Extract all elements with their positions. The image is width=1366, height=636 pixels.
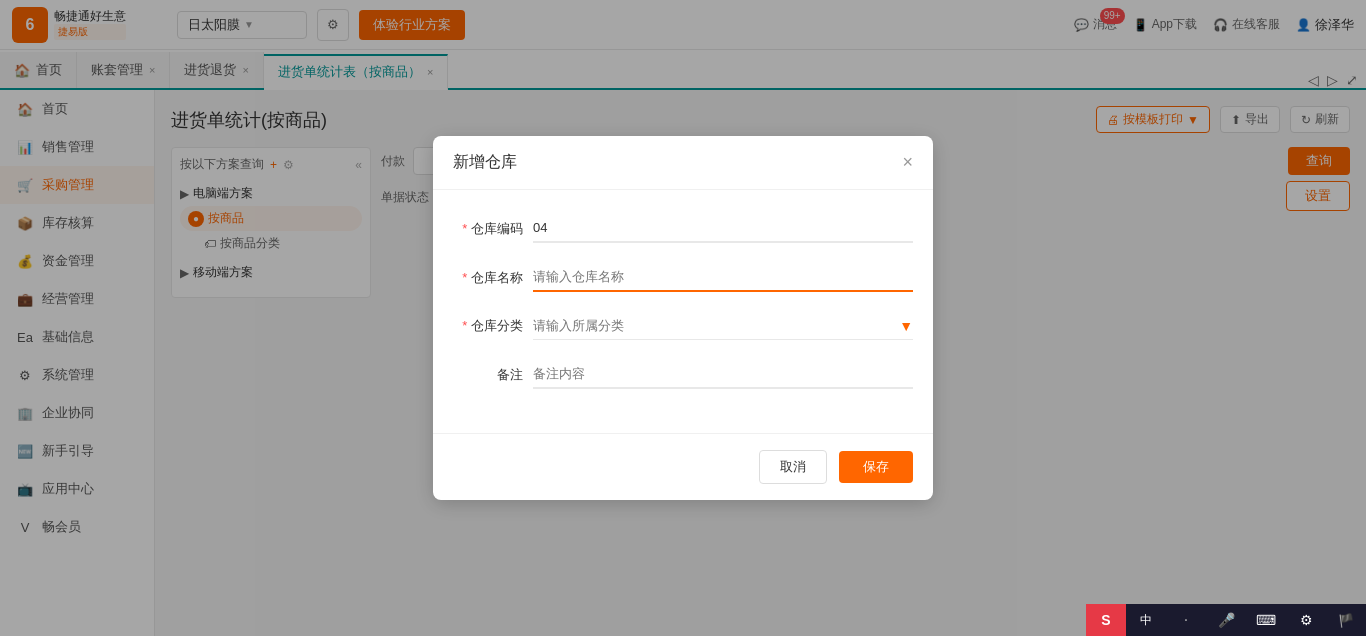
warehouse-code-input[interactable] [533, 214, 913, 243]
keyboard-icon: ⌨ [1256, 612, 1276, 628]
modal-body: 仓库编码 仓库名称 仓库分类 ▼ 备注 [433, 190, 933, 433]
modal-title: 新增仓库 [453, 152, 517, 173]
dot-btn[interactable]: · [1166, 604, 1206, 636]
warehouse-name-row: 仓库名称 [453, 263, 913, 292]
mic-btn[interactable]: 🎤 [1206, 604, 1246, 636]
warehouse-code-label: 仓库编码 [453, 220, 533, 238]
warehouse-name-label: 仓库名称 [453, 269, 533, 287]
warehouse-remark-input[interactable] [533, 360, 913, 389]
modal-close-btn[interactable]: × [902, 152, 913, 173]
bottom-icons-bar: S 中 · 🎤 ⌨ ⚙ 🏴 [1086, 604, 1366, 636]
warehouse-remark-row: 备注 [453, 360, 913, 389]
chevron-down-icon: ▼ [899, 318, 913, 334]
flag-btn[interactable]: 🏴 [1326, 604, 1366, 636]
save-button[interactable]: 保存 [839, 451, 913, 483]
dot-icon: · [1184, 611, 1188, 629]
modal-footer: 取消 保存 [433, 433, 933, 500]
mic-icon: 🎤 [1218, 612, 1235, 628]
kbd-btn[interactable]: ⌨ [1246, 604, 1286, 636]
warehouse-remark-label: 备注 [453, 366, 533, 384]
warehouse-category-label: 仓库分类 [453, 317, 533, 335]
warehouse-name-input[interactable] [533, 263, 913, 292]
warehouse-code-row: 仓库编码 [453, 214, 913, 243]
warehouse-category-row: 仓库分类 ▼ [453, 312, 913, 340]
zh-btn[interactable]: 中 [1126, 604, 1166, 636]
gear2-btn[interactable]: ⚙ [1286, 604, 1326, 636]
zh-label: 中 [1140, 612, 1152, 629]
gear2-icon: ⚙ [1300, 612, 1313, 628]
flag-icon: 🏴 [1338, 613, 1354, 628]
modal-overlay: 新增仓库 × 仓库编码 仓库名称 仓库分类 ▼ [0, 0, 1366, 636]
warehouse-category-input[interactable] [533, 312, 899, 339]
new-warehouse-modal: 新增仓库 × 仓库编码 仓库名称 仓库分类 ▼ [433, 136, 933, 500]
s-logo-btn[interactable]: S [1086, 604, 1126, 636]
s-logo-icon: S [1101, 612, 1110, 628]
cancel-button[interactable]: 取消 [759, 450, 827, 484]
warehouse-category-select-wrap[interactable]: ▼ [533, 312, 913, 340]
modal-header: 新增仓库 × [433, 136, 933, 190]
